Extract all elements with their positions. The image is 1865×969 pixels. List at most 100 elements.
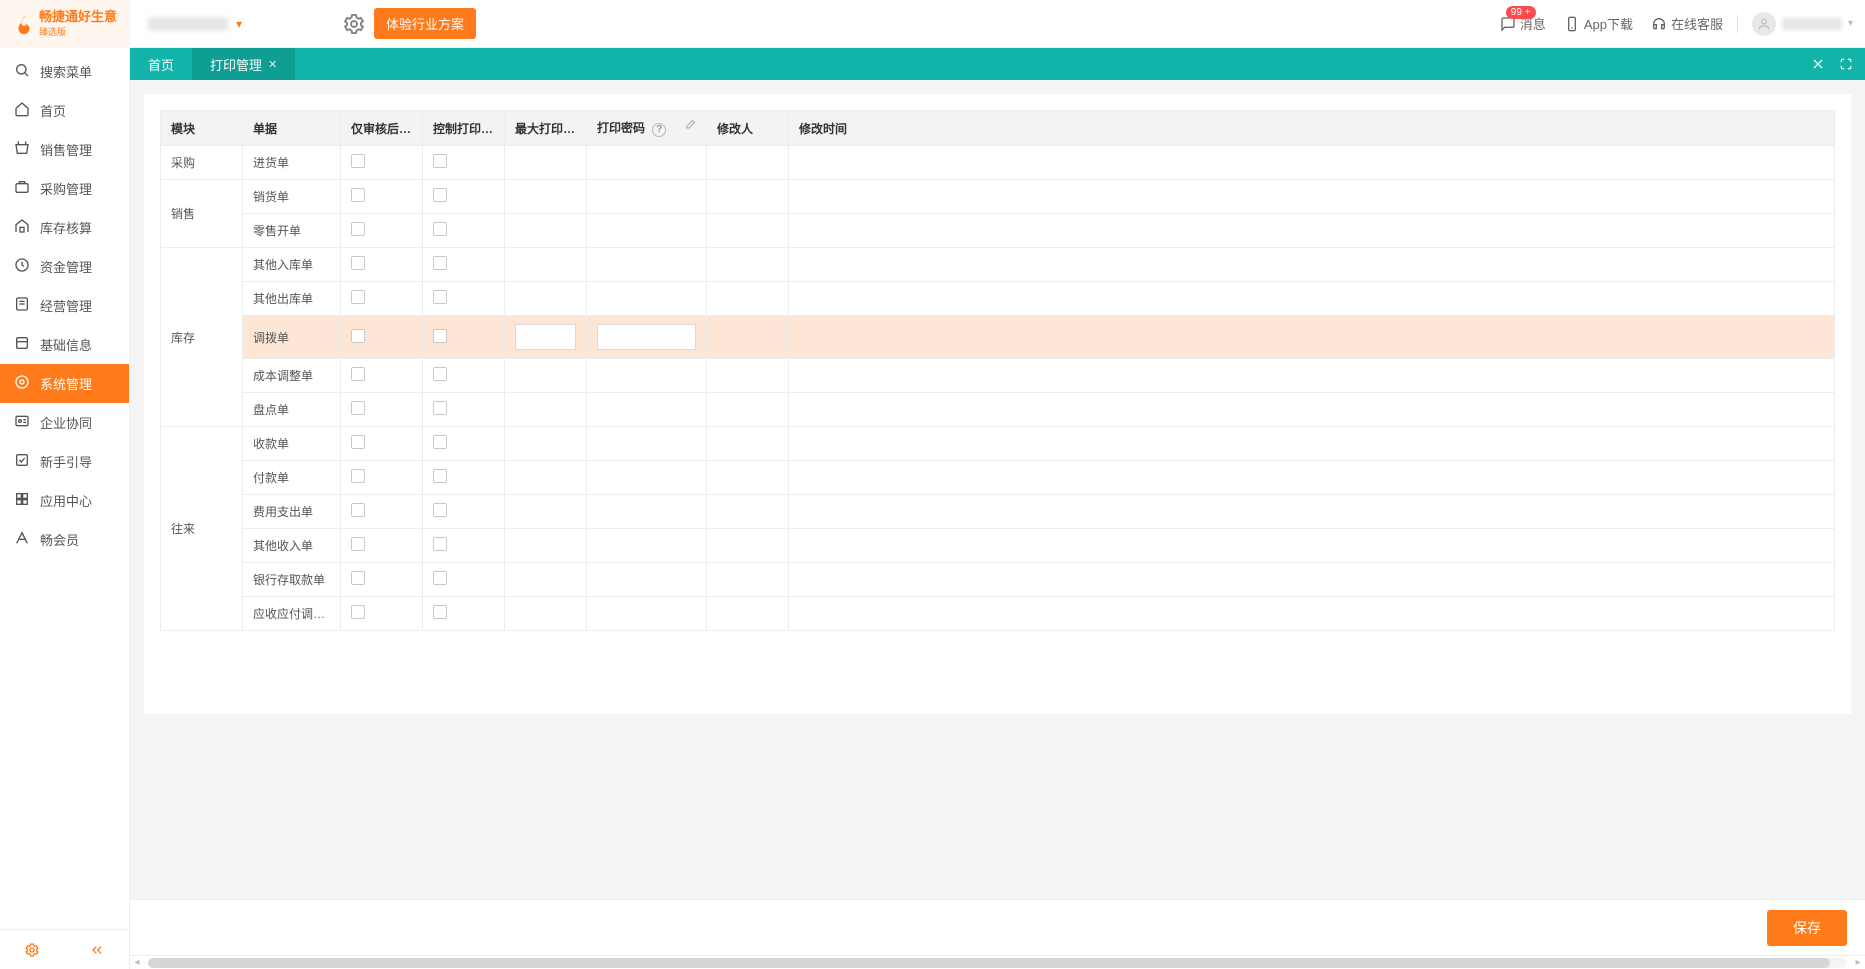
checkbox[interactable]	[351, 571, 365, 585]
table-row[interactable]: 其他收入单	[161, 529, 1835, 563]
table-row[interactable]: 银行存取款单	[161, 563, 1835, 597]
cell-modify-time	[789, 146, 1835, 180]
cell-pwd	[587, 393, 707, 427]
sidebar-item-10[interactable]: 新手引导	[0, 442, 129, 481]
table-row[interactable]: 费用支出单	[161, 495, 1835, 529]
cell-audit-only	[341, 461, 423, 495]
scroll-right-icon[interactable]: ▸	[1851, 957, 1865, 968]
checkbox[interactable]	[433, 605, 447, 619]
checkbox[interactable]	[351, 435, 365, 449]
cell-modifier	[707, 597, 789, 631]
horizontal-scrollbar[interactable]: ◂ ▸	[130, 955, 1865, 969]
header-app-download[interactable]: App下载	[1564, 14, 1633, 33]
sidebar-item-9[interactable]: 企业协同	[0, 403, 129, 442]
checkbox[interactable]	[351, 154, 365, 168]
print-password-input[interactable]	[597, 324, 696, 350]
scroll-left-icon[interactable]: ◂	[130, 957, 144, 968]
sidebar-item-2[interactable]: 销售管理	[0, 130, 129, 169]
tab-close-all-icon[interactable]	[1811, 57, 1825, 71]
checkbox[interactable]	[351, 290, 365, 304]
tab-home[interactable]: 首页	[130, 48, 192, 80]
checkbox[interactable]	[433, 154, 447, 168]
cell-modify-time	[789, 214, 1835, 248]
header-online-service[interactable]: 在线客服	[1651, 14, 1723, 33]
checkbox[interactable]	[351, 503, 365, 517]
sidebar-item-3[interactable]: 采购管理	[0, 169, 129, 208]
cell-max	[505, 495, 587, 529]
tab-close-icon[interactable]: ✕	[268, 58, 277, 71]
checkbox[interactable]	[433, 222, 447, 236]
table-row[interactable]: 应收应付调整单	[161, 597, 1835, 631]
cell-modify-time	[789, 495, 1835, 529]
headset-icon	[1651, 16, 1667, 32]
tab-fullscreen-icon[interactable]	[1839, 57, 1853, 71]
checkbox[interactable]	[351, 605, 365, 619]
sidebar-item-12[interactable]: 畅会员	[0, 520, 129, 559]
table-row[interactable]: 库存其他入库单	[161, 248, 1835, 282]
sidebar-item-7[interactable]: 基础信息	[0, 325, 129, 364]
checkbox[interactable]	[351, 329, 365, 343]
sidebar-item-4[interactable]: 库存核算	[0, 208, 129, 247]
table-row[interactable]: 零售开单	[161, 214, 1835, 248]
industry-plan-button[interactable]: 体验行业方案	[374, 8, 476, 39]
tab-print-manage[interactable]: 打印管理 ✕	[192, 48, 295, 80]
cell-module: 销售	[161, 180, 243, 248]
sidebar-item-1[interactable]: 首页	[0, 91, 129, 130]
checkbox[interactable]	[433, 503, 447, 517]
checkbox[interactable]	[433, 256, 447, 270]
sidebar-item-11[interactable]: 应用中心	[0, 481, 129, 520]
sidebar-item-0[interactable]: 搜索菜单	[0, 52, 129, 91]
checkbox[interactable]	[351, 256, 365, 270]
cell-modifier	[707, 146, 789, 180]
cell-doc: 费用支出单	[243, 495, 341, 529]
settings-gear-icon[interactable]	[342, 12, 366, 36]
checkbox[interactable]	[433, 469, 447, 483]
table-row[interactable]: 其他出库单	[161, 282, 1835, 316]
sidebar-item-5[interactable]: 资金管理	[0, 247, 129, 286]
checkbox[interactable]	[433, 435, 447, 449]
cell-audit-only	[341, 146, 423, 180]
checkbox[interactable]	[351, 222, 365, 236]
brand-logo[interactable]: 畅捷通好生意 臻选版	[0, 0, 130, 48]
save-button[interactable]: 保存	[1767, 910, 1847, 946]
max-print-input[interactable]	[515, 324, 576, 350]
header-messages[interactable]: 99 + 消息	[1500, 14, 1546, 33]
checkbox[interactable]	[433, 571, 447, 585]
user-menu[interactable]: ▾	[1752, 12, 1853, 36]
cell-modify-time	[789, 393, 1835, 427]
checkbox[interactable]	[433, 290, 447, 304]
checkbox[interactable]	[351, 537, 365, 551]
sidebar-item-8[interactable]: 系统管理	[0, 364, 129, 403]
sidebar-item-label: 搜索菜单	[40, 62, 92, 81]
table-row[interactable]: 调拨单	[161, 316, 1835, 359]
help-icon[interactable]: ?	[652, 123, 666, 137]
checkbox[interactable]	[433, 329, 447, 343]
sidebar-item-6[interactable]: 经营管理	[0, 286, 129, 325]
checkbox[interactable]	[433, 537, 447, 551]
checkbox[interactable]	[351, 188, 365, 202]
checkbox[interactable]	[351, 469, 365, 483]
edit-column-icon[interactable]	[684, 119, 696, 134]
table-row[interactable]: 采购进货单	[161, 146, 1835, 180]
footer-bar: 保存	[130, 899, 1865, 955]
table-row[interactable]: 付款单	[161, 461, 1835, 495]
cell-limit	[423, 316, 505, 359]
table-row[interactable]: 成本调整单	[161, 359, 1835, 393]
checkbox[interactable]	[433, 188, 447, 202]
cell-module: 往来	[161, 427, 243, 631]
checkbox[interactable]	[433, 367, 447, 381]
sidebar-collapse-icon[interactable]	[89, 942, 105, 958]
checkbox[interactable]	[351, 401, 365, 415]
scroll-thumb[interactable]	[148, 958, 1830, 968]
scroll-track[interactable]	[148, 958, 1847, 968]
table-row[interactable]: 销售销货单	[161, 180, 1835, 214]
checkbox[interactable]	[351, 367, 365, 381]
table-row[interactable]: 往来收款单	[161, 427, 1835, 461]
checkbox[interactable]	[433, 401, 447, 415]
th-limit: 控制打印次数	[423, 111, 505, 146]
sidebar-settings-icon[interactable]	[24, 942, 40, 958]
org-selector[interactable]: ▾	[142, 8, 342, 40]
cell-module: 采购	[161, 146, 243, 180]
table-row[interactable]: 盘点单	[161, 393, 1835, 427]
cell-pwd	[587, 563, 707, 597]
